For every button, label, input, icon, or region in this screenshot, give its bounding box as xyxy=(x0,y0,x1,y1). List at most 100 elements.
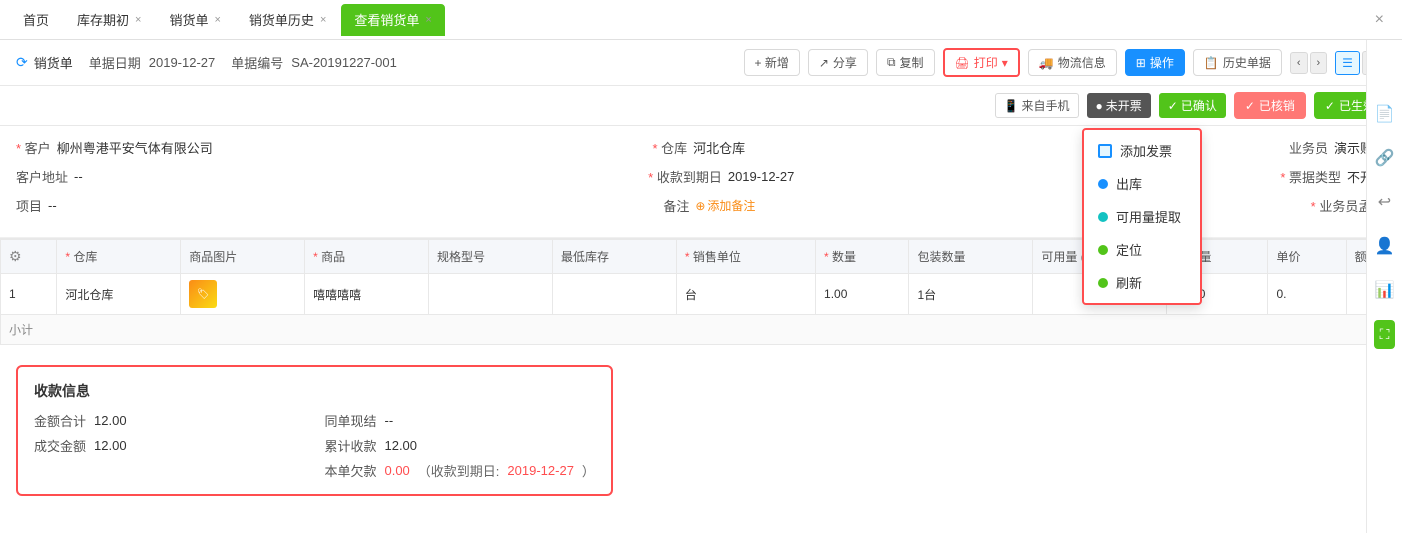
warehouse-label: 仓库 xyxy=(652,138,687,157)
effective-icon: ✓ xyxy=(1325,99,1335,113)
payment-row-cumulative: 累计收款 12.00 xyxy=(324,436,594,455)
cell-min-stock xyxy=(552,274,676,315)
share-button[interactable]: ↗ 分享 xyxy=(808,49,868,76)
payment-grid: 金额合计 12.00 同单现结 -- 成交金额 12.00 累计收款 12.00 xyxy=(34,411,595,480)
navigation-arrows: ‹ › xyxy=(1290,52,1327,74)
total-value: 12.00 xyxy=(94,413,127,428)
customer-label: 客户 xyxy=(16,138,51,157)
close-icon[interactable]: × xyxy=(320,14,326,26)
project-value: -- xyxy=(48,198,57,213)
mobile-icon: 📱 xyxy=(1004,99,1019,113)
tab-home[interactable]: 首页 xyxy=(10,4,62,36)
check-icon: ✓ xyxy=(1168,99,1178,113)
col-spec: 规格型号 xyxy=(429,240,553,274)
tab-inventory-init[interactable]: 库存期初 × xyxy=(64,4,154,36)
checkbox-icon xyxy=(1098,144,1112,158)
payment-title: 收款信息 xyxy=(34,381,595,401)
window-close-button[interactable]: × xyxy=(1367,7,1392,33)
sidebar-icon-chart[interactable]: 📊 xyxy=(1371,276,1399,304)
tab-sales-history[interactable]: 销货单历史 × xyxy=(236,4,339,36)
cash-label: 同单现结 xyxy=(324,411,376,430)
document-title: ⟳ 销货单 xyxy=(16,53,73,72)
blue-dot-icon xyxy=(1098,179,1108,189)
document-header: ⟳ 销货单 单据日期 2019-12-27 单据编号 SA-20191227-0… xyxy=(0,40,1402,86)
prev-button[interactable]: ‹ xyxy=(1290,52,1308,74)
address-label: 客户地址 xyxy=(16,167,68,186)
cancelled-icon: ✓ xyxy=(1245,99,1255,113)
tab-sales-order[interactable]: 销货单 × xyxy=(156,4,233,36)
owed-label: 本单欠款 xyxy=(324,461,376,480)
cell-product: 嘻嘻嘻嘻 xyxy=(305,274,429,315)
owed-close: ） xyxy=(582,461,595,480)
subtotal-label: 小计 xyxy=(1,315,1402,345)
col-sales-unit: 销售单位 xyxy=(676,240,815,274)
list-view-button[interactable]: ☰ xyxy=(1335,51,1360,75)
tab-view-sales[interactable]: 查看销货单 × xyxy=(341,4,444,36)
dropdown-item-invoice[interactable]: 添加发票 xyxy=(1084,134,1200,167)
payment-row-cash: 同单现结 -- xyxy=(324,411,594,430)
print-dropdown-icon: ▾ xyxy=(1002,56,1008,70)
add-note-button[interactable]: ⊕ 添加备注 xyxy=(695,197,755,214)
secondary-toolbar: 📱 来自手机 ● 未开票 ✓ 已确认 ✓ 已核销 ✓ 已生效 xyxy=(0,86,1402,126)
available-label: 可用量提取 xyxy=(1116,207,1181,226)
payment-row-owed: 本单欠款 0.00 （收款到期日: 2019-12-27 ） xyxy=(324,461,594,480)
gear-icon[interactable]: ⚙ xyxy=(9,248,22,264)
doc-icon: ⟳ xyxy=(16,54,28,71)
document-actions: + 新增 ↗ 分享 ⧉ 复制 🖨 打印 ▾ 🚚 物流信息 ⊞ 操作 xyxy=(744,48,1386,77)
copy-button[interactable]: ⧉ 复制 xyxy=(876,49,935,76)
doc-title-text: 销货单 xyxy=(34,53,73,72)
cell-spec xyxy=(429,274,553,315)
dropdown-item-outbound[interactable]: 出库 xyxy=(1084,167,1200,200)
document-meta: 单据日期 2019-12-27 单据编号 SA-20191227-001 xyxy=(89,53,397,72)
from-mobile-button[interactable]: 📱 来自手机 xyxy=(995,93,1079,118)
ticket-type-label: 票据类型 xyxy=(1280,167,1341,186)
sidebar-icon-link[interactable]: 🔗 xyxy=(1371,144,1399,172)
dropdown-item-refresh[interactable]: 刷新 xyxy=(1084,266,1200,299)
tab-home-label: 首页 xyxy=(23,10,49,29)
cumulative-value: 12.00 xyxy=(384,438,417,453)
teal-dot-icon xyxy=(1098,212,1108,222)
sidebar-icon-return[interactable]: ↩ xyxy=(1374,188,1395,216)
payment-section: 收款信息 金额合计 12.00 同单现结 -- 成交金额 12.00 累计收款 … xyxy=(0,345,1402,516)
close-icon[interactable]: × xyxy=(425,14,431,26)
product-image: 🏷 xyxy=(189,280,217,308)
refresh-label: 刷新 xyxy=(1116,273,1142,292)
customer-value: 柳州粤港平安气体有限公司 xyxy=(57,138,213,157)
dropdown-item-available[interactable]: 可用量提取 xyxy=(1084,200,1200,233)
dropdown-item-locate[interactable]: 定位 xyxy=(1084,233,1200,266)
cancelled-button[interactable]: ✓ 已核销 xyxy=(1234,92,1306,119)
col-pack-qty: 包装数量 xyxy=(909,240,1033,274)
confirm-button[interactable]: ✓ 已确认 xyxy=(1159,93,1226,118)
operations-button[interactable]: ⊞ 操作 xyxy=(1125,49,1185,76)
cell-quantity: 1.00 xyxy=(816,274,909,315)
owed-value: 0.00 xyxy=(384,463,409,478)
close-icon[interactable]: × xyxy=(135,14,141,26)
note-label: 备注 xyxy=(663,196,689,215)
salesman-label: 业务员 xyxy=(1289,138,1328,157)
logistics-button[interactable]: 🚚 物流信息 xyxy=(1028,49,1117,76)
ticket-icon: ● xyxy=(1096,99,1103,113)
locate-label: 定位 xyxy=(1116,240,1142,259)
close-icon[interactable]: × xyxy=(214,14,220,26)
sidebar-icon-user[interactable]: 👤 xyxy=(1371,232,1399,260)
unopened-button[interactable]: ● 未开票 xyxy=(1087,93,1151,118)
operations-icon: ⊞ xyxy=(1136,56,1146,70)
owed-date: 2019-12-27 xyxy=(507,463,574,478)
payment-date-value: 2019-12-27 xyxy=(728,169,795,184)
project-field: 项目 -- xyxy=(16,196,639,215)
number-label: 单据编号 SA-20191227-001 xyxy=(231,53,397,72)
history-button[interactable]: 📋 历史单据 xyxy=(1193,49,1282,76)
print-icon: 🖨 xyxy=(955,56,970,70)
print-button[interactable]: 🖨 打印 ▾ xyxy=(943,48,1020,77)
payment-date-label: 收款到期日 xyxy=(648,167,722,186)
sidebar-icon-expand[interactable]: ⛶ xyxy=(1374,320,1396,349)
number-value: SA-20191227-001 xyxy=(291,55,397,70)
next-button[interactable]: › xyxy=(1310,52,1328,74)
col-settings: ⚙ xyxy=(1,240,57,274)
new-button[interactable]: + 新增 xyxy=(744,49,800,76)
history-icon: 📋 xyxy=(1204,56,1219,70)
sidebar-icon-doc[interactable]: 📄 xyxy=(1371,100,1399,128)
payment-row-deal: 成交金额 12.00 xyxy=(34,436,304,455)
green-dot-icon-2 xyxy=(1098,278,1108,288)
plus-icon: ⊕ xyxy=(695,199,705,213)
